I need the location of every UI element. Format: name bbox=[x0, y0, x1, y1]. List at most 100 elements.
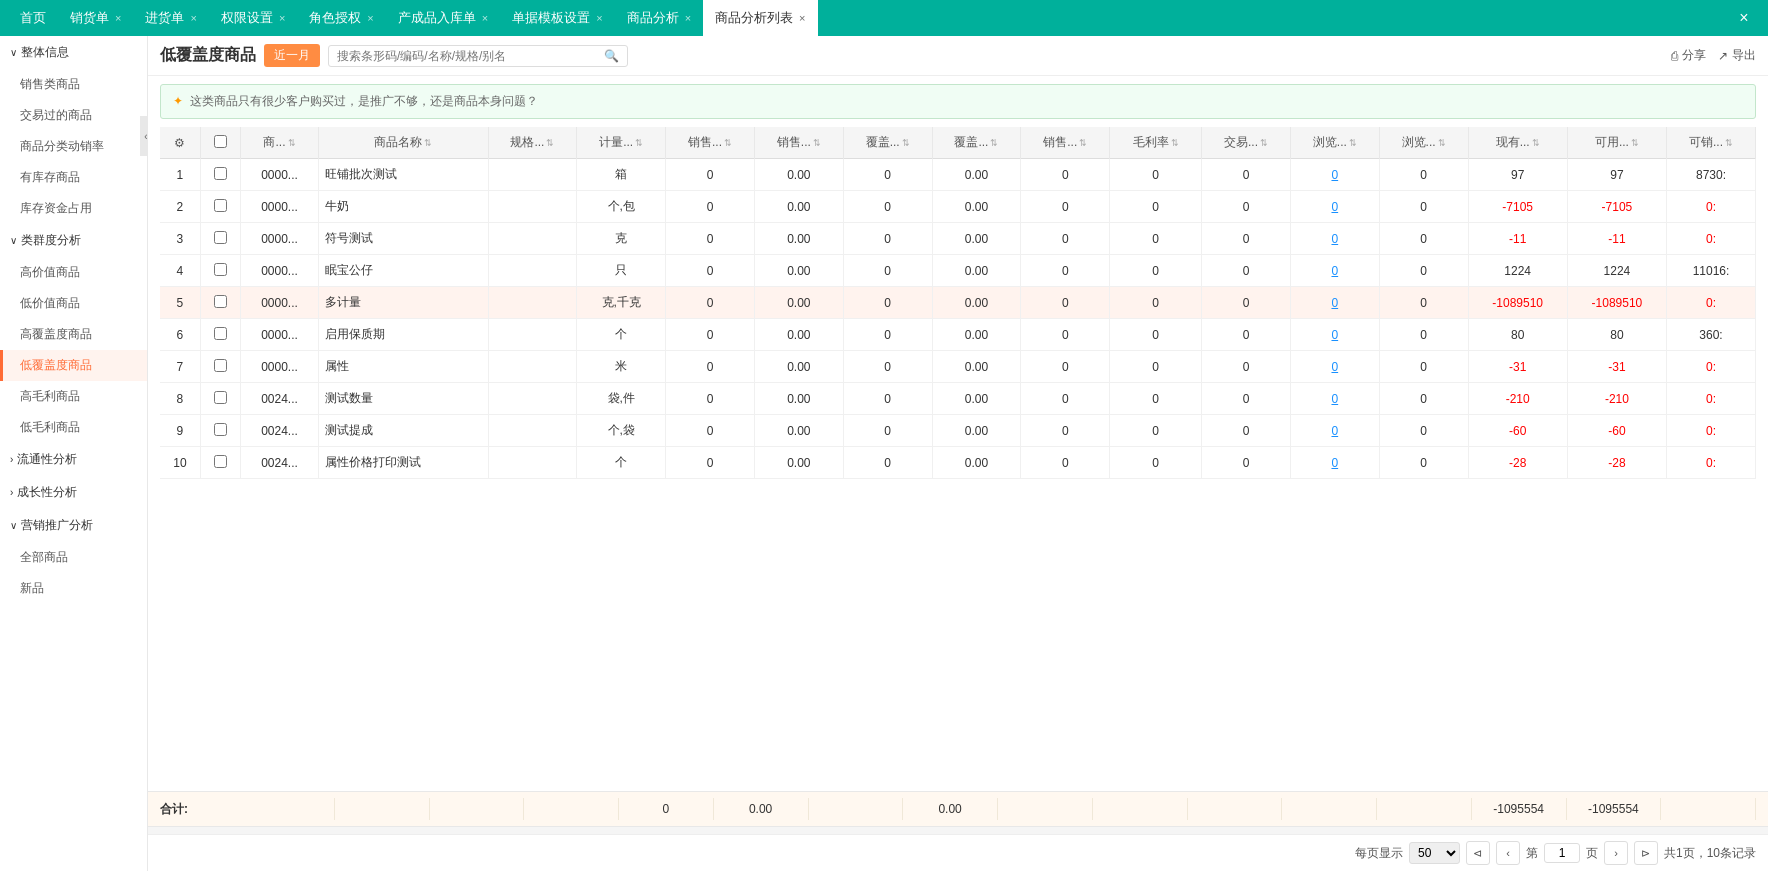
col-checkbox[interactable] bbox=[200, 127, 241, 159]
row-browse2: 0 bbox=[1379, 223, 1468, 255]
per-page-select[interactable]: 50 10 20 100 bbox=[1409, 842, 1460, 864]
sidebar-item-sales-goods[interactable]: 销售类商品 bbox=[0, 69, 147, 100]
nav-template-settings[interactable]: 单据模板设置 × bbox=[500, 0, 614, 36]
row-select-checkbox[interactable] bbox=[214, 327, 227, 340]
row-select-checkbox[interactable] bbox=[214, 231, 227, 244]
row-checkbox[interactable] bbox=[200, 223, 241, 255]
table-header-row: ⚙ 商...⇅ 商品名称⇅ 规格...⇅ 计量...⇅ 销售...⇅ 销售...… bbox=[160, 127, 1756, 159]
next-page-button[interactable]: › bbox=[1604, 841, 1628, 865]
sidebar-item-high-value[interactable]: 高价值商品 bbox=[0, 257, 147, 288]
last-page-button[interactable]: ⊳ bbox=[1634, 841, 1658, 865]
nav-role-auth[interactable]: 角色授权 × bbox=[297, 0, 385, 36]
select-all-checkbox[interactable] bbox=[214, 135, 227, 148]
nav-product-analysis-list[interactable]: 商品分析列表 × bbox=[703, 0, 817, 36]
row-browse1[interactable]: 0 bbox=[1290, 447, 1379, 479]
sidebar-item-in-stock-goods[interactable]: 有库存商品 bbox=[0, 162, 147, 193]
close-icon[interactable]: × bbox=[685, 12, 691, 24]
nav-product-inbound[interactable]: 产成品入库单 × bbox=[386, 0, 500, 36]
row-browse1[interactable]: 0 bbox=[1290, 351, 1379, 383]
share-button[interactable]: ⎙ 分享 bbox=[1671, 47, 1706, 64]
prev-page-button[interactable]: ‹ bbox=[1496, 841, 1520, 865]
time-filter-button[interactable]: 近一月 bbox=[264, 44, 320, 67]
row-browse1[interactable]: 0 bbox=[1290, 383, 1379, 415]
row-select-checkbox[interactable] bbox=[214, 199, 227, 212]
row-select-checkbox[interactable] bbox=[214, 359, 227, 372]
row-cover1: 0 bbox=[843, 255, 932, 287]
nav-sales-order[interactable]: 销货单 × bbox=[58, 0, 133, 36]
sidebar-item-inventory-capital[interactable]: 库存资金占用 bbox=[0, 193, 147, 224]
sidebar-collapse-button[interactable]: « bbox=[140, 116, 148, 156]
close-icon[interactable]: × bbox=[279, 12, 285, 24]
row-browse1[interactable]: 0 bbox=[1290, 415, 1379, 447]
row-cover1: 0 bbox=[843, 415, 932, 447]
search-icon[interactable]: 🔍 bbox=[604, 49, 619, 63]
row-browse1[interactable]: 0 bbox=[1290, 255, 1379, 287]
row-browse1[interactable]: 0 bbox=[1290, 159, 1379, 191]
close-icon[interactable]: × bbox=[799, 12, 805, 24]
first-page-button[interactable]: ⊲ bbox=[1466, 841, 1490, 865]
next-page-icon: › bbox=[1614, 847, 1618, 859]
sidebar-section-marketing[interactable]: ∨ 营销推广分析 bbox=[0, 509, 147, 542]
col-available: 可用...⇅ bbox=[1567, 127, 1666, 159]
close-icon[interactable]: × bbox=[115, 12, 121, 24]
sidebar-item-category-sales-rate[interactable]: 商品分类动销率 bbox=[0, 131, 147, 162]
row-checkbox[interactable] bbox=[200, 287, 241, 319]
row-checkbox[interactable] bbox=[200, 415, 241, 447]
sidebar-item-low-coverage[interactable]: 低覆盖度商品 bbox=[0, 350, 147, 381]
col-settings[interactable]: ⚙ bbox=[160, 127, 200, 159]
sidebar-item-low-value[interactable]: 低价值商品 bbox=[0, 288, 147, 319]
export-button[interactable]: ↗ 导出 bbox=[1718, 47, 1756, 64]
row-checkbox[interactable] bbox=[200, 159, 241, 191]
sidebar-item-high-profit[interactable]: 高毛利商品 bbox=[0, 381, 147, 412]
row-checkbox[interactable] bbox=[200, 447, 241, 479]
page-number-input[interactable] bbox=[1544, 843, 1580, 863]
sidebar-item-all-goods[interactable]: 全部商品 bbox=[0, 542, 147, 573]
row-checkbox[interactable] bbox=[200, 319, 241, 351]
sidebar-item-low-profit[interactable]: 低毛利商品 bbox=[0, 412, 147, 443]
row-browse1[interactable]: 0 bbox=[1290, 223, 1379, 255]
sidebar-item-high-coverage[interactable]: 高覆盖度商品 bbox=[0, 319, 147, 350]
row-select-checkbox[interactable] bbox=[214, 263, 227, 276]
row-cover1: 0 bbox=[843, 287, 932, 319]
page-title: 低覆盖度商品 bbox=[160, 45, 256, 66]
sidebar-section-growth[interactable]: › 成长性分析 bbox=[0, 476, 147, 509]
sidebar-section-cluster-analysis[interactable]: ∨ 类群度分析 bbox=[0, 224, 147, 257]
window-close-button[interactable]: × bbox=[1728, 2, 1760, 34]
row-select-checkbox[interactable] bbox=[214, 391, 227, 404]
sidebar-section-liquidity[interactable]: › 流通性分析 bbox=[0, 443, 147, 476]
nav-product-analysis[interactable]: 商品分析 × bbox=[615, 0, 703, 36]
close-icon[interactable]: × bbox=[190, 12, 196, 24]
row-checkbox[interactable] bbox=[200, 191, 241, 223]
row-code: 0000... bbox=[241, 159, 318, 191]
table-row: 8 0024... 测试数量 袋,件 0 0.00 0 0.00 0 0 0 0… bbox=[160, 383, 1756, 415]
nav-home[interactable]: 首页 bbox=[8, 0, 58, 36]
nav-permission-settings[interactable]: 权限设置 × bbox=[209, 0, 297, 36]
row-select-checkbox[interactable] bbox=[214, 455, 227, 468]
row-available: -1089510 bbox=[1567, 287, 1666, 319]
sidebar-item-traded-goods[interactable]: 交易过的商品 bbox=[0, 100, 147, 131]
row-name: 眠宝公仔 bbox=[318, 255, 488, 287]
row-gross: 0 bbox=[1110, 351, 1202, 383]
data-table-wrapper[interactable]: ⚙ 商...⇅ 商品名称⇅ 规格...⇅ 计量...⇅ 销售...⇅ 销售...… bbox=[160, 127, 1756, 791]
row-checkbox[interactable] bbox=[200, 383, 241, 415]
sidebar-item-new-goods[interactable]: 新品 bbox=[0, 573, 147, 604]
close-icon[interactable]: × bbox=[367, 12, 373, 24]
close-icon[interactable]: × bbox=[596, 12, 602, 24]
row-select-checkbox[interactable] bbox=[214, 295, 227, 308]
sidebar-section-overview[interactable]: ∨ 整体信息 bbox=[0, 36, 147, 69]
row-browse1[interactable]: 0 bbox=[1290, 191, 1379, 223]
close-icon[interactable]: × bbox=[482, 12, 488, 24]
row-checkbox[interactable] bbox=[200, 255, 241, 287]
row-sales-count: 0 bbox=[666, 159, 755, 191]
row-trade: 0 bbox=[1202, 351, 1291, 383]
row-checkbox[interactable] bbox=[200, 351, 241, 383]
total-available: -1095554 bbox=[1567, 798, 1662, 820]
row-select-checkbox[interactable] bbox=[214, 423, 227, 436]
last-page-icon: ⊳ bbox=[1641, 847, 1650, 860]
row-browse1[interactable]: 0 bbox=[1290, 287, 1379, 319]
row-browse1[interactable]: 0 bbox=[1290, 319, 1379, 351]
nav-purchase-order[interactable]: 进货单 × bbox=[133, 0, 208, 36]
row-select-checkbox[interactable] bbox=[214, 167, 227, 180]
search-input[interactable] bbox=[337, 49, 600, 63]
scrollbar-area[interactable] bbox=[148, 826, 1768, 834]
